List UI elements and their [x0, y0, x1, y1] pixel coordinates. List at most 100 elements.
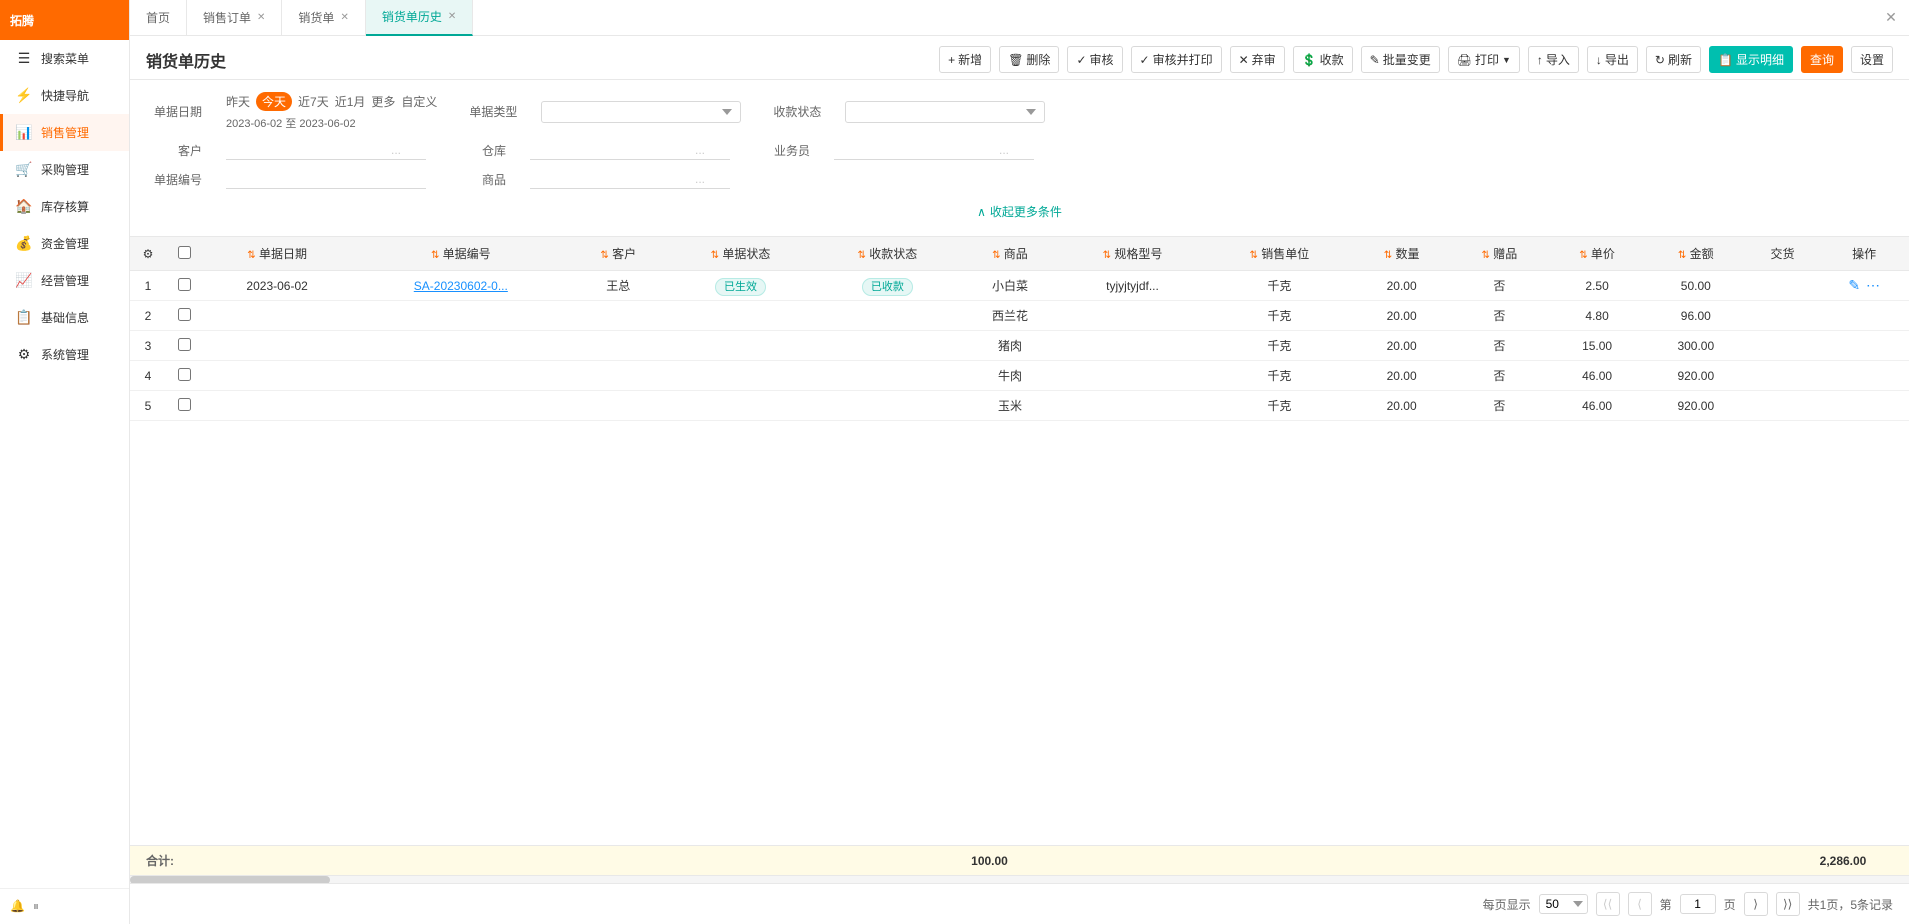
edit-action-icon[interactable]: ✎	[1848, 277, 1860, 294]
shortcut-custom[interactable]: 自定义	[401, 93, 437, 110]
shortcut-yesterday[interactable]: 昨天	[226, 93, 250, 110]
sidebar-item-sales-mgmt[interactable]: 📊 销售管理	[0, 114, 129, 151]
td-checkbox[interactable]	[166, 271, 202, 301]
salesperson-dots[interactable]: ...	[999, 143, 1009, 157]
salesperson-input[interactable]	[834, 141, 997, 159]
row-checkbox[interactable]	[178, 278, 191, 291]
filter-collapse-btn[interactable]: ∧ 收起更多条件	[977, 203, 1062, 220]
sidebar-item-inventory[interactable]: 🏠 库存核算	[0, 188, 129, 225]
audit-button[interactable]: ✓ 审核	[1067, 46, 1122, 73]
tab-sales-order-close[interactable]: ✕	[257, 12, 265, 23]
doc-no-input[interactable]	[226, 170, 426, 189]
new-button[interactable]: + 新增	[939, 46, 991, 73]
sidebar-item-basic-info[interactable]: 📋 基础信息	[0, 299, 129, 336]
filter-area: 单据日期 昨天 今天 近7天 近1月 更多 自定义 2023-06-02 至 2…	[130, 80, 1909, 237]
page-last-button[interactable]: ⟩⟩	[1776, 892, 1800, 916]
tab-sales-goods[interactable]: 销货单 ✕	[282, 0, 365, 36]
delete-button[interactable]: 🗑 删除	[999, 46, 1059, 73]
sidebar-item-finance[interactable]: 💰 资金管理	[0, 225, 129, 262]
doc-no-link[interactable]: SA-20230602-0...	[414, 279, 508, 293]
settings-button[interactable]: 设置	[1851, 46, 1893, 73]
td-row-num: 5	[130, 391, 166, 421]
shortcut-today[interactable]: 今天	[256, 92, 292, 111]
tab-sales-history-close[interactable]: ✕	[448, 11, 456, 22]
sidebar-item-quick-nav[interactable]: ⚡ 快捷导航	[0, 77, 129, 114]
sidebar-item-operations[interactable]: 📈 经营管理	[0, 262, 129, 299]
shortcut-7days[interactable]: 近7天	[298, 93, 329, 110]
td-action	[1819, 331, 1909, 361]
th-receive-status[interactable]: ⇅ 收款状态	[814, 237, 961, 271]
th-gift[interactable]: ⇅ 赠品	[1451, 237, 1549, 271]
import-button[interactable]: ↑ 导入	[1528, 46, 1579, 73]
td-checkbox[interactable]	[166, 331, 202, 361]
sort-goods-icon: ⇅	[992, 250, 1000, 261]
goods-input[interactable]	[530, 170, 693, 188]
th-goods[interactable]: ⇅ 商品	[961, 237, 1059, 271]
sidebar-logo: 拓腾	[0, 0, 129, 40]
row-checkbox[interactable]	[178, 308, 191, 321]
warehouse-input[interactable]	[530, 141, 693, 159]
audit-print-button[interactable]: ✓ 审核并打印	[1131, 46, 1222, 73]
pause-icon[interactable]: ⏸	[33, 899, 39, 914]
type-select[interactable]	[541, 101, 741, 123]
footer-label: 合计:	[146, 852, 206, 869]
tab-sales-order[interactable]: 销售订单 ✕	[187, 0, 282, 36]
goods-dots[interactable]: ...	[695, 172, 705, 186]
tab-sales-history[interactable]: 销货单历史 ✕	[366, 0, 473, 36]
td-unit: 千克	[1206, 271, 1353, 301]
shortcut-more[interactable]: 更多	[371, 93, 395, 110]
th-price[interactable]: ⇅ 单价	[1548, 237, 1646, 271]
td-checkbox[interactable]	[166, 301, 202, 331]
th-unit[interactable]: ⇅ 销售单位	[1206, 237, 1353, 271]
th-trade: 交货	[1746, 237, 1820, 271]
sort-doc-date-icon: ⇅	[247, 250, 255, 261]
batch-change-button[interactable]: ✎ 批量变更	[1361, 46, 1440, 73]
td-doc-no[interactable]: SA-20230602-0...	[352, 271, 569, 301]
collect-button[interactable]: 💲 收款	[1293, 46, 1353, 73]
window-close-button[interactable]: ✕	[1881, 8, 1901, 28]
row-checkbox[interactable]	[178, 338, 191, 351]
th-qty[interactable]: ⇅ 数量	[1353, 237, 1451, 271]
th-doc-status[interactable]: ⇅ 单据状态	[667, 237, 814, 271]
page-size-select[interactable]: 50 10 20 100	[1539, 894, 1588, 914]
notification-icon[interactable]: 🔔	[10, 899, 25, 914]
td-doc-date: 2023-06-02	[202, 271, 352, 301]
sidebar-item-search-menu[interactable]: ☰ 搜索菜单	[0, 40, 129, 77]
customer-input[interactable]	[226, 141, 389, 159]
abandon-button[interactable]: ✕ 弃审	[1230, 46, 1285, 73]
more-action-icon[interactable]: ⋯	[1866, 277, 1880, 294]
th-customer[interactable]: ⇅ 客户	[569, 237, 667, 271]
tab-home[interactable]: 首页	[130, 0, 187, 36]
sort-doc-status-icon: ⇅	[711, 250, 719, 261]
page-next-button[interactable]: ⟩	[1744, 892, 1768, 916]
show-detail-button[interactable]: 📋 显示明细	[1709, 46, 1793, 73]
th-spec[interactable]: ⇅ 规格型号	[1059, 237, 1206, 271]
query-button[interactable]: 查询	[1801, 46, 1843, 73]
tab-sales-goods-close[interactable]: ✕	[340, 12, 348, 23]
customer-dots[interactable]: ...	[391, 143, 401, 157]
sidebar-item-system[interactable]: ⚙ 系统管理	[0, 336, 129, 373]
footer-values: 100.00 2,286.00	[206, 854, 1893, 868]
td-checkbox[interactable]	[166, 391, 202, 421]
sidebar-item-purchase-mgmt[interactable]: 🛒 采购管理	[0, 151, 129, 188]
page-prev-button[interactable]: ⟨	[1628, 892, 1652, 916]
row-checkbox[interactable]	[178, 368, 191, 381]
settings-label: 设置	[1860, 51, 1884, 68]
th-settings[interactable]: ⚙	[130, 237, 166, 271]
page-input[interactable]	[1680, 894, 1716, 914]
page-first-button[interactable]: ⟨⟨	[1596, 892, 1620, 916]
warehouse-dots[interactable]: ...	[695, 143, 705, 157]
select-all-checkbox[interactable]	[178, 246, 191, 259]
th-doc-date[interactable]: ⇅ 单据日期	[202, 237, 352, 271]
horizontal-scrollbar[interactable]	[130, 875, 1909, 883]
shortcut-1month[interactable]: 近1月	[335, 93, 366, 110]
receive-select[interactable]	[845, 101, 1045, 123]
row-checkbox[interactable]	[178, 398, 191, 411]
th-amount[interactable]: ⇅ 金额	[1646, 237, 1746, 271]
td-checkbox[interactable]	[166, 361, 202, 391]
refresh-button[interactable]: ↻ 刷新	[1646, 46, 1701, 73]
th-checkbox[interactable]	[166, 237, 202, 271]
export-button[interactable]: ↓ 导出	[1587, 46, 1638, 73]
th-doc-no[interactable]: ⇅ 单据编号	[352, 237, 569, 271]
print-button[interactable]: 🖨 打印 ▼	[1448, 46, 1520, 73]
